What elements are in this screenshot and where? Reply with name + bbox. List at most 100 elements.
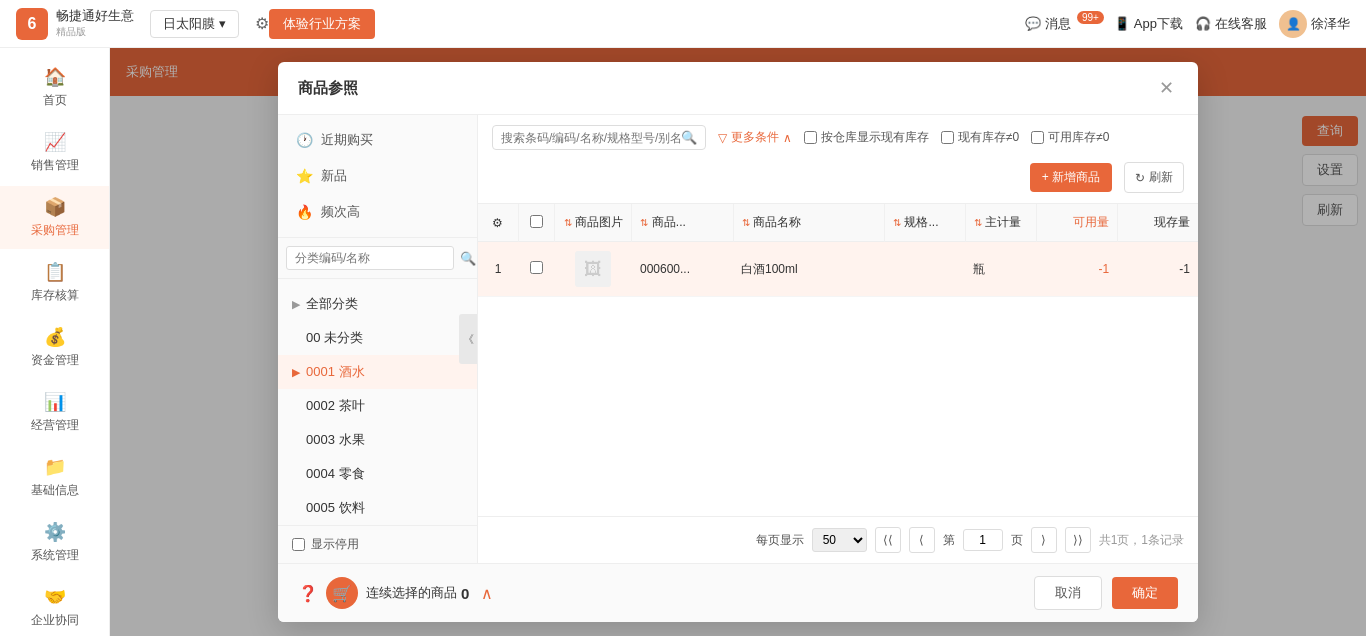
sidebar-item-home[interactable]: 🏠 首页	[0, 56, 109, 119]
message-badge: 99+	[1077, 11, 1104, 24]
product-image: 🖼	[575, 251, 611, 287]
arrow-icon: ▶	[292, 298, 300, 311]
category-list: ▶ 全部分类 00 未分类 ▶ 0001 酒水 0002 茶	[278, 279, 477, 525]
nav-online-service[interactable]: 🎧 在线客服	[1195, 15, 1267, 33]
cell-img: 🖼	[555, 242, 632, 297]
col-header-unit: ⇅ 主计量	[965, 204, 1036, 242]
logo-area: 6 畅捷通好生意 精品版	[16, 8, 134, 40]
modal-overlay: 商品参照 ✕ 🕐 近期购买 ⭐	[110, 48, 1366, 636]
chevron-up-icon: ∧	[783, 131, 792, 145]
modal-close-button[interactable]: ✕	[1154, 76, 1178, 100]
cat-item-0004[interactable]: 0004 零食	[278, 457, 477, 491]
add-product-button[interactable]: + 新增商品	[1030, 163, 1112, 192]
sidebar-item-enterprise[interactable]: 🤝 企业协同	[0, 576, 109, 636]
category-search-area: 🔍	[278, 238, 477, 279]
modal-footer: ❓ 🛒 连续选择的商品 0 ∧ 取消 确定	[278, 563, 1198, 622]
cell-avail: -1	[1036, 242, 1117, 297]
nav-app-download[interactable]: 📱 App下载	[1114, 15, 1183, 33]
sidebar-item-basic[interactable]: 📁 基础信息	[0, 446, 109, 509]
category-search-input[interactable]	[286, 246, 454, 270]
cell-spec	[885, 242, 966, 297]
cat-item-all[interactable]: ▶ 全部分类	[278, 287, 477, 321]
cart-icon[interactable]: 🛒	[326, 577, 358, 609]
selected-count: 0	[461, 585, 469, 602]
cell-check[interactable]	[518, 242, 554, 297]
cell-stock: -1	[1117, 242, 1198, 297]
modal-header: 商品参照 ✕	[278, 62, 1198, 115]
headset-icon: 🎧	[1195, 16, 1211, 31]
cat-item-00[interactable]: 00 未分类	[278, 321, 477, 355]
page-size-select[interactable]: 50 20 100	[812, 528, 867, 552]
tab-recent-purchase[interactable]: 🕐 近期购买	[286, 123, 469, 157]
sort-icon-unit: ⇅	[974, 217, 982, 228]
show-disabled-area: 显示停用	[278, 525, 477, 563]
active-arrow-icon: ▶	[292, 366, 300, 379]
cell-name: 白酒100ml	[733, 242, 885, 297]
user-info[interactable]: 👤 徐泽华	[1279, 10, 1350, 38]
purchase-icon: 📦	[44, 196, 66, 218]
chevron-left-icon: 《	[463, 332, 474, 347]
cat-item-0002[interactable]: 0002 茶叶	[278, 389, 477, 423]
checkbox-current-stock[interactable]: 现有库存≠0	[941, 129, 1019, 146]
modal-title: 商品参照	[298, 79, 358, 98]
table-row[interactable]: 1 🖼 000600... 白酒100ml	[478, 242, 1198, 297]
sort-icon-name: ⇅	[742, 217, 750, 228]
nav-message[interactable]: 💬 消息 99+	[1025, 15, 1102, 33]
next-page-button[interactable]: ⟩	[1031, 527, 1057, 553]
sidebar-item-finance[interactable]: 💰 资金管理	[0, 316, 109, 379]
enterprise-icon: 🤝	[44, 586, 66, 608]
last-page-button[interactable]: ⟩⟩	[1065, 527, 1091, 553]
select-all-checkbox[interactable]	[530, 215, 543, 228]
sidebar: 🏠 首页 📈 销售管理 📦 采购管理 📋 库存核算 💰 资金管理 📊 经营管理 …	[0, 48, 110, 636]
sidebar-item-inventory[interactable]: 📋 库存核算	[0, 251, 109, 314]
page-number-input[interactable]	[963, 529, 1003, 551]
sidebar-item-purchase[interactable]: 📦 采购管理	[0, 186, 109, 249]
row-checkbox[interactable]	[530, 261, 543, 274]
sort-icon: ⇅	[564, 217, 572, 228]
col-header-spec: ⇅ 规格...	[885, 204, 966, 242]
refresh-list-button[interactable]: ↻ 刷新	[1124, 162, 1184, 193]
cat-item-0001[interactable]: ▶ 0001 酒水	[278, 355, 477, 389]
cat-item-0005[interactable]: 0005 饮料	[278, 491, 477, 525]
sidebar-item-system[interactable]: ⚙️ 系统管理	[0, 511, 109, 574]
checkbox-available-stock[interactable]: 可用库存≠0	[1031, 129, 1109, 146]
experience-button[interactable]: 体验行业方案	[269, 9, 375, 39]
product-search-input[interactable]	[501, 131, 681, 145]
help-icon[interactable]: ❓	[298, 584, 318, 603]
filter-icon: ▽	[718, 131, 727, 145]
cancel-button[interactable]: 取消	[1034, 576, 1102, 610]
tab-new-product[interactable]: ⭐ 新品	[286, 159, 469, 193]
system-icon: ⚙️	[44, 521, 66, 543]
gear-icon[interactable]: ⚙	[255, 14, 269, 33]
table-header-row: ⚙ ⇅ 商品图片	[478, 204, 1198, 242]
sidebar-item-operations[interactable]: 📊 经营管理	[0, 381, 109, 444]
tab-high-frequency[interactable]: 🔥 频次高	[286, 195, 469, 229]
settings-icon[interactable]: ⚙	[492, 216, 503, 230]
col-header-code: ⇅ 商品...	[632, 204, 733, 242]
mobile-icon: 📱	[1114, 16, 1130, 31]
checkbox-warehouse-stock[interactable]: 按仓库显示现有库存	[804, 129, 929, 146]
sidebar-item-sales[interactable]: 📈 销售管理	[0, 121, 109, 184]
chevron-down-icon: ▾	[219, 16, 226, 31]
left-panel-collapse-button[interactable]: 《	[459, 314, 477, 364]
search-icon[interactable]: 🔍	[460, 251, 476, 266]
finance-icon: 💰	[44, 326, 66, 348]
search-icon-orange[interactable]: 🔍	[681, 130, 697, 145]
logo-icon: 6	[16, 8, 48, 40]
main-layout: 🏠 首页 📈 销售管理 📦 采购管理 📋 库存核算 💰 资金管理 📊 经营管理 …	[0, 48, 1366, 636]
store-selector[interactable]: 日太阳膜 ▾	[150, 10, 239, 38]
collapse-footer-icon[interactable]: ∧	[481, 584, 493, 603]
cat-item-0003[interactable]: 0003 水果	[278, 423, 477, 457]
confirm-button[interactable]: 确定	[1112, 577, 1178, 609]
modal-body: 🕐 近期购买 ⭐ 新品 🔥 频次高	[278, 115, 1198, 563]
star-icon: ⭐	[296, 168, 313, 184]
prev-page-button[interactable]: ⟨	[909, 527, 935, 553]
first-page-button[interactable]: ⟨⟨	[875, 527, 901, 553]
col-header-check	[518, 204, 554, 242]
pagination-bar: 每页显示 50 20 100 ⟨⟨ ⟨ 第 页 ⟩	[478, 516, 1198, 563]
col-header-name: ⇅ 商品名称	[733, 204, 885, 242]
show-disabled-checkbox[interactable]	[292, 538, 305, 551]
app-name: 畅捷通好生意	[56, 8, 134, 25]
product-table: ⚙ ⇅ 商品图片	[478, 204, 1198, 297]
filter-more-button[interactable]: ▽ 更多条件 ∧	[718, 129, 792, 146]
